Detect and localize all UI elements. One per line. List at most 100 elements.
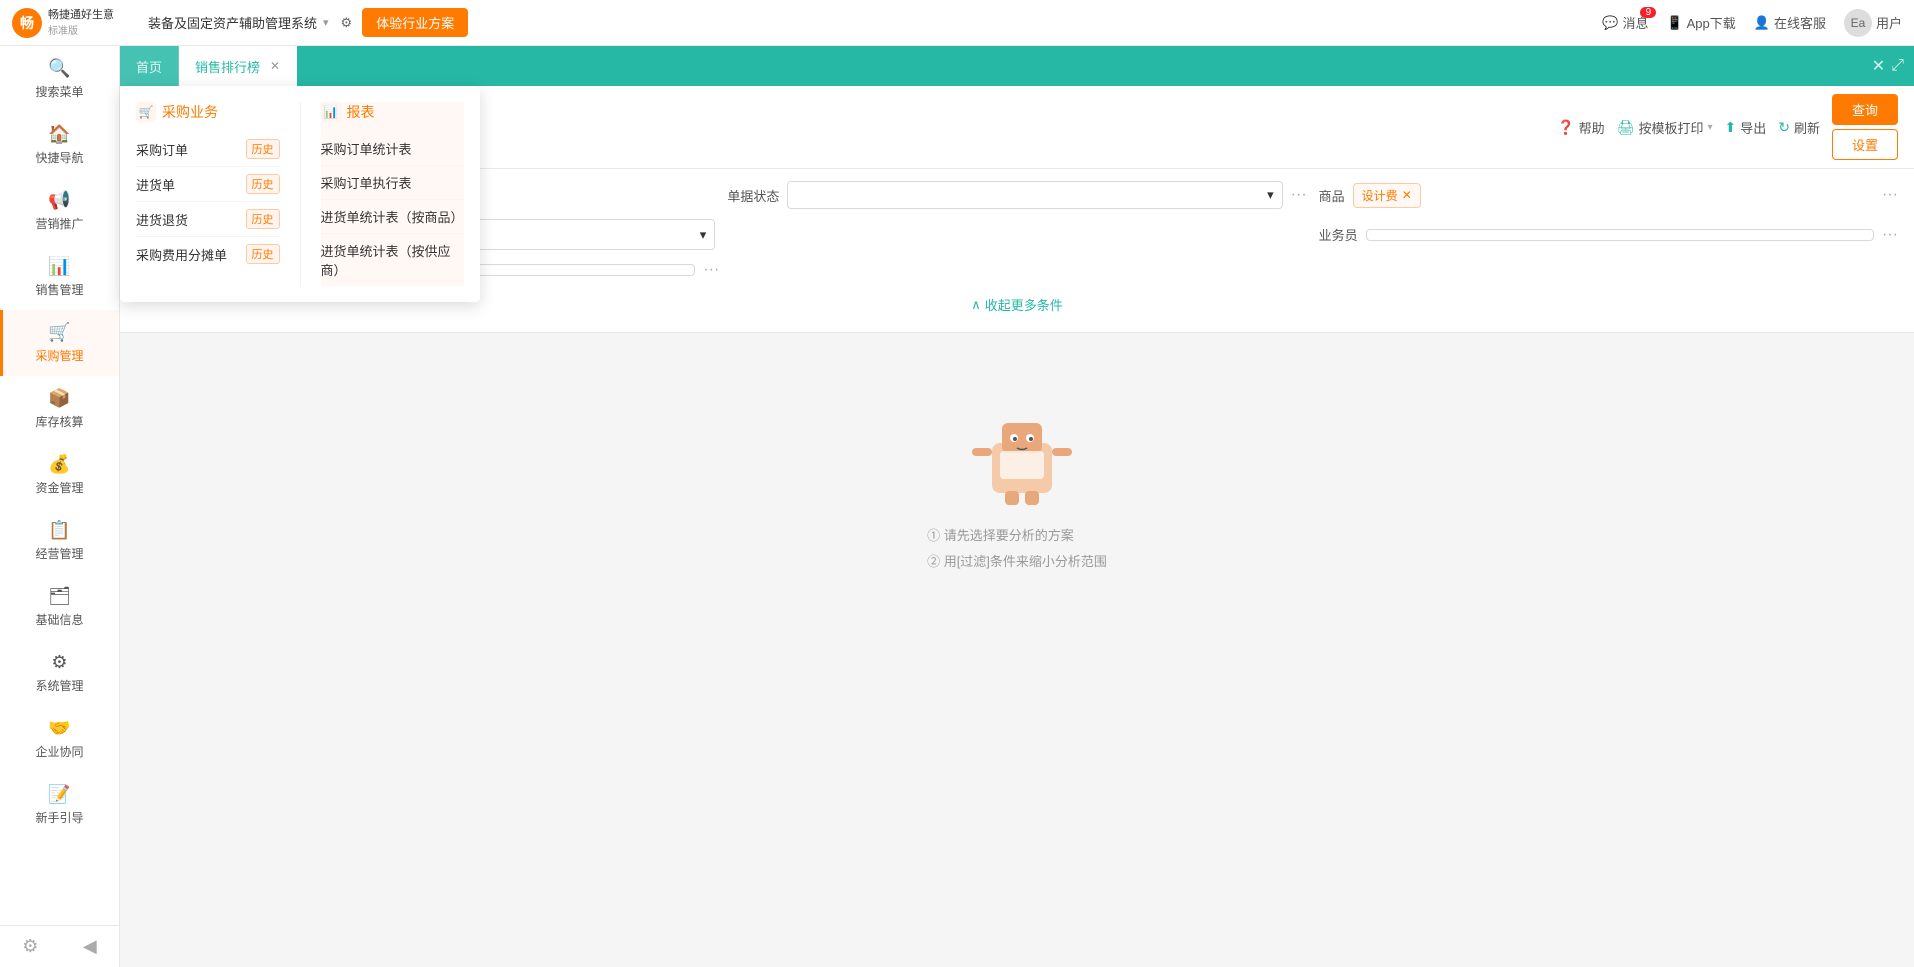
collapse-label: 收起更多条件 (985, 295, 1063, 314)
help-button[interactable]: ❓ 帮助 (1557, 118, 1604, 137)
service-label: 在线客服 (1774, 13, 1826, 32)
menu-purchase-expense[interactable]: 采购费用分摊单 历史 (136, 237, 280, 271)
doc-status-select[interactable]: ▾ (787, 181, 1282, 209)
dropdown-menu: 🛒 采购业务 采购订单 历史 进货单 历史 进货退货 历史 采购费用分摊单 历史… (120, 86, 480, 302)
mobile-icon: 📱 (1666, 15, 1682, 31)
industry-button[interactable]: 体验行业方案 (362, 8, 468, 37)
staff-group: 业务员 ··· (1319, 225, 1898, 244)
tab-sales-rank[interactable]: 销售排行榜 ✕ (179, 46, 297, 86)
report-section-title: 📊 报表 (321, 102, 465, 122)
app-download-item[interactable]: 📱 App下载 (1666, 13, 1735, 32)
tab-bar: 首页 销售排行榜 ✕ ✕ ⤢ (120, 46, 1914, 86)
setting-button[interactable]: 设置 (1832, 129, 1898, 160)
help-label: 帮助 (1579, 118, 1605, 137)
empty-text: 请先选择要分析的方案 用[过滤]条件来缩小分析范围 (927, 523, 1107, 575)
purchase-expense-history-tag: 历史 (246, 244, 280, 264)
sidebar-label-system: 系统管理 (35, 677, 83, 694)
sidebar-label-nav: 快捷导航 (35, 149, 83, 166)
print-label: 按模板打印 (1638, 118, 1703, 137)
purchase-menu-section: 🛒 采购业务 采购订单 历史 进货单 历史 进货退货 历史 采购费用分摊单 历史 (136, 102, 280, 286)
report-menu-section: 📊 报表 采购订单统计表 采购订单执行表 进货单统计表（按商品） 进货单统计表（… (321, 102, 465, 286)
settings-bottom-icon[interactable]: ⚙ (22, 936, 38, 957)
sidebar-item-marketing[interactable]: 📢 营销推广 (0, 178, 119, 244)
tab-sales-rank-label: 销售排行榜 (195, 57, 260, 76)
sidebar-item-base[interactable]: 🗂 基础信息 (0, 574, 119, 640)
report-section-icon: 📊 (321, 102, 341, 122)
logo-icon: 畅 (12, 8, 42, 38)
service-item[interactable]: 👤 在线客服 (1754, 13, 1826, 32)
system-icon: ⚙ (51, 652, 67, 673)
menu-incoming-stat-supplier[interactable]: 进货单统计表（按供应商） (321, 234, 465, 286)
system-dropdown-icon[interactable]: ▾ (323, 16, 329, 29)
window-resize-icon[interactable]: ⤢ (1891, 57, 1904, 75)
sidebar-label-purchase: 采购管理 (35, 347, 83, 364)
tab-close-icon[interactable]: ✕ (270, 59, 280, 73)
refresh-button[interactable]: ↻ 刷新 (1778, 118, 1820, 137)
menu-incoming-stat-goods[interactable]: 进货单统计表（按商品） (321, 200, 465, 234)
menu-purchase-order-exec[interactable]: 采购订单执行表 (321, 166, 465, 200)
sidebar-item-system[interactable]: ⚙ 系统管理 (0, 640, 119, 706)
sidebar-item-stock[interactable]: 📦 库存核算 (0, 376, 119, 442)
export-button[interactable]: ⬆ 导出 (1724, 118, 1766, 137)
customer-more-icon[interactable]: ··· (703, 261, 719, 279)
refresh-icon: ↻ (1778, 119, 1790, 136)
search-icon: 🔍 (48, 58, 70, 79)
sidebar-item-purchase[interactable]: 🛒 采购管理 (0, 310, 119, 376)
menu-purchase-order-stat[interactable]: 采购订单统计表 (321, 132, 465, 166)
finance-icon: 💰 (48, 454, 70, 475)
query-button[interactable]: 查询 (1832, 94, 1898, 125)
staff-select[interactable] (1366, 229, 1874, 241)
system-name-area: 装备及固定资产辅助管理系统 ▾ ⚙ (148, 13, 352, 32)
window-close-icon[interactable]: ✕ (1872, 56, 1885, 76)
tab-home-label: 首页 (136, 57, 162, 76)
purchase-order-history-tag: 历史 (246, 139, 280, 159)
goods-tag: 设计费 ✕ (1353, 183, 1421, 208)
sidebar-item-guide[interactable]: 📝 新手引导 (0, 772, 119, 838)
sidebar-label-marketing: 营销推广 (35, 215, 83, 232)
sidebar-item-sales[interactable]: 📊 销售管理 (0, 244, 119, 310)
staff-more-icon[interactable]: ··· (1882, 226, 1898, 244)
sidebar-label-base: 基础信息 (35, 611, 83, 628)
sidebar-item-finance[interactable]: 💰 资金管理 (0, 442, 119, 508)
menu-incoming[interactable]: 进货单 历史 (136, 167, 280, 202)
user-item[interactable]: Ea 用户 (1844, 9, 1902, 37)
sidebar-item-operation[interactable]: 📋 经营管理 (0, 508, 119, 574)
menu-divider (300, 102, 301, 286)
menu-purchase-order[interactable]: 采购订单 历史 (136, 132, 280, 167)
empty-hint2: 用[过滤]条件来缩小分析范围 (927, 549, 1107, 575)
logo-line2: 标准版 (48, 22, 114, 37)
goods-label: 商品 (1319, 186, 1345, 205)
sidebar-item-nav[interactable]: 🏠 快捷导航 (0, 112, 119, 178)
doc-status-label: 单据状态 (727, 186, 779, 205)
base-icon: 🗂 (48, 586, 71, 607)
sidebar-item-search[interactable]: 🔍 搜索菜单 (0, 46, 119, 112)
doc-status-group: 单据状态 ▾ ··· (727, 181, 1306, 209)
message-badge: 9 (1640, 7, 1656, 18)
print-dropdown-icon[interactable]: ▾ (1707, 122, 1712, 133)
user-label: 用户 (1876, 13, 1902, 32)
sidebar-item-corp[interactable]: 🤝 企业协同 (0, 706, 119, 772)
system-gear-icon[interactable]: ⚙ (341, 15, 353, 31)
sidebar-label-operation: 经营管理 (35, 545, 83, 562)
service-icon: 👤 (1754, 15, 1770, 31)
tab-home[interactable]: 首页 (120, 46, 179, 86)
empty-state: 请先选择要分析的方案 用[过滤]条件来缩小分析范围 (120, 333, 1914, 655)
empty-hint1: 请先选择要分析的方案 (927, 523, 1107, 549)
collapse-sidebar-icon[interactable]: ◀ (83, 936, 97, 957)
print-button[interactable]: 🖨 按模板打印 ▾ (1617, 118, 1713, 137)
message-icon-item[interactable]: 💬 消息 9 (1602, 13, 1648, 32)
system-name: 装备及固定资产辅助管理系统 (148, 13, 317, 32)
collapse-up-icon: ∧ (971, 297, 981, 313)
goods-more-icon[interactable]: ··· (1882, 186, 1898, 204)
sales-icon: 📊 (48, 256, 70, 277)
doc-status-dropdown-icon: ▾ (1267, 187, 1274, 203)
doc-status-more-icon[interactable]: ··· (1291, 186, 1307, 204)
help-icon: ❓ (1557, 119, 1574, 136)
incoming-history-tag: 历史 (246, 174, 280, 194)
print-icon: 🖨 (1617, 119, 1635, 136)
stock-icon: 📦 (48, 388, 70, 409)
menu-incoming-return[interactable]: 进货退货 历史 (136, 202, 280, 237)
goods-tag-close[interactable]: ✕ (1402, 188, 1412, 202)
guide-icon: 📝 (48, 784, 70, 805)
logo: 畅 畅捷通好生意 标准版 (12, 8, 132, 38)
